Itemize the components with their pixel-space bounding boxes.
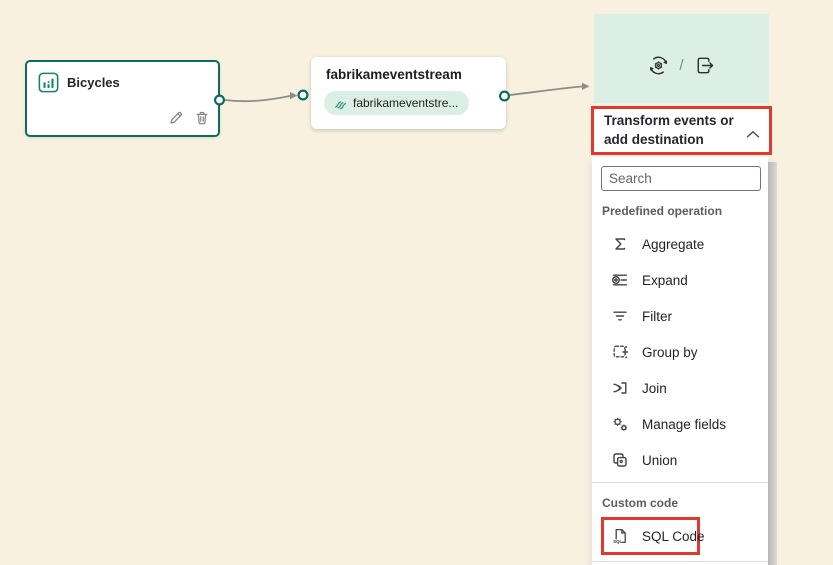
- node-bicycles[interactable]: Bicycles: [25, 60, 220, 137]
- union-icon: [610, 450, 630, 470]
- menu-item-group-by[interactable]: Group by: [592, 334, 768, 370]
- eventstream-badge[interactable]: fabrikameventstre...: [324, 91, 469, 115]
- expand-icon: [610, 270, 630, 290]
- badge-label: fabrikameventstre...: [353, 96, 458, 110]
- connector-eventstream-out[interactable]: [500, 92, 509, 101]
- menu-item-join[interactable]: Join: [592, 370, 768, 406]
- connector-bicycles-out[interactable]: [215, 96, 224, 105]
- filter-icon: [610, 306, 630, 326]
- section-divider: [592, 561, 768, 562]
- menu-item-sql-code[interactable]: SQL SQL Code: [604, 520, 705, 552]
- node-title: Bicycles: [67, 75, 120, 90]
- menu-item-label: Group by: [642, 345, 698, 360]
- menu-item-label: Expand: [642, 273, 688, 288]
- menu-item-union[interactable]: Union: [592, 442, 768, 478]
- group-by-icon: [610, 342, 630, 362]
- aggregate-sigma-icon: [610, 234, 630, 254]
- menu-item-label: Aggregate: [642, 237, 704, 252]
- sql-document-icon: SQL: [610, 526, 630, 546]
- stream-icon: [333, 96, 348, 111]
- sql-code-highlight-box: SQL SQL Code: [601, 517, 700, 555]
- manage-fields-gears-icon: [610, 414, 630, 434]
- join-icon: [610, 378, 630, 398]
- section-label-predefined: Predefined operation: [602, 204, 768, 218]
- section-divider: [592, 482, 768, 483]
- transform-gear-sync-icon: [647, 54, 670, 77]
- connector-eventstream-in[interactable]: [299, 91, 308, 100]
- predefined-operations-list: Aggregate Expand Filte: [592, 226, 768, 478]
- node-destination-placeholder[interactable]: /: [594, 14, 769, 103]
- chevron-up-icon: [746, 126, 760, 135]
- transform-menu-toggle[interactable]: Transform events or add destination: [591, 106, 772, 155]
- bar-chart-icon: [38, 72, 58, 92]
- edge-arrowhead: [582, 83, 590, 90]
- edit-pencil-icon[interactable]: [167, 109, 185, 127]
- menu-item-label: Manage fields: [642, 417, 726, 432]
- transform-menu-panel: Predefined operation Aggregate: [592, 157, 768, 565]
- menu-item-expand[interactable]: Expand: [592, 262, 768, 298]
- section-label-custom-code: Custom code: [602, 496, 768, 510]
- search-input[interactable]: [601, 166, 761, 191]
- menu-item-label: Join: [642, 381, 667, 396]
- menu-item-filter[interactable]: Filter: [592, 298, 768, 334]
- eventstream-canvas: Bicycles fabrikameventstream: [0, 0, 833, 565]
- edge-eventstream-to-destination: [510, 86, 583, 95]
- edge-bicycles-to-eventstream: [225, 96, 291, 102]
- menu-item-label: Filter: [642, 309, 672, 324]
- menu-item-label: SQL Code: [642, 529, 705, 544]
- node-eventstream[interactable]: fabrikameventstream fabrikameventstre...: [311, 57, 506, 129]
- menu-item-aggregate[interactable]: Aggregate: [592, 226, 768, 262]
- delete-trash-icon[interactable]: [193, 109, 211, 127]
- svg-text:SQL: SQL: [613, 539, 622, 544]
- icon-separator: /: [679, 57, 683, 74]
- panel-scrollbar[interactable]: [768, 162, 777, 565]
- menu-item-manage-fields[interactable]: Manage fields: [592, 406, 768, 442]
- node-title: fabrikameventstream: [311, 57, 506, 82]
- menu-item-label: Union: [642, 453, 677, 468]
- add-destination-icon: [693, 54, 716, 77]
- edge-arrowhead: [290, 92, 298, 99]
- transform-menu-label: Transform events or add destination: [604, 112, 742, 150]
